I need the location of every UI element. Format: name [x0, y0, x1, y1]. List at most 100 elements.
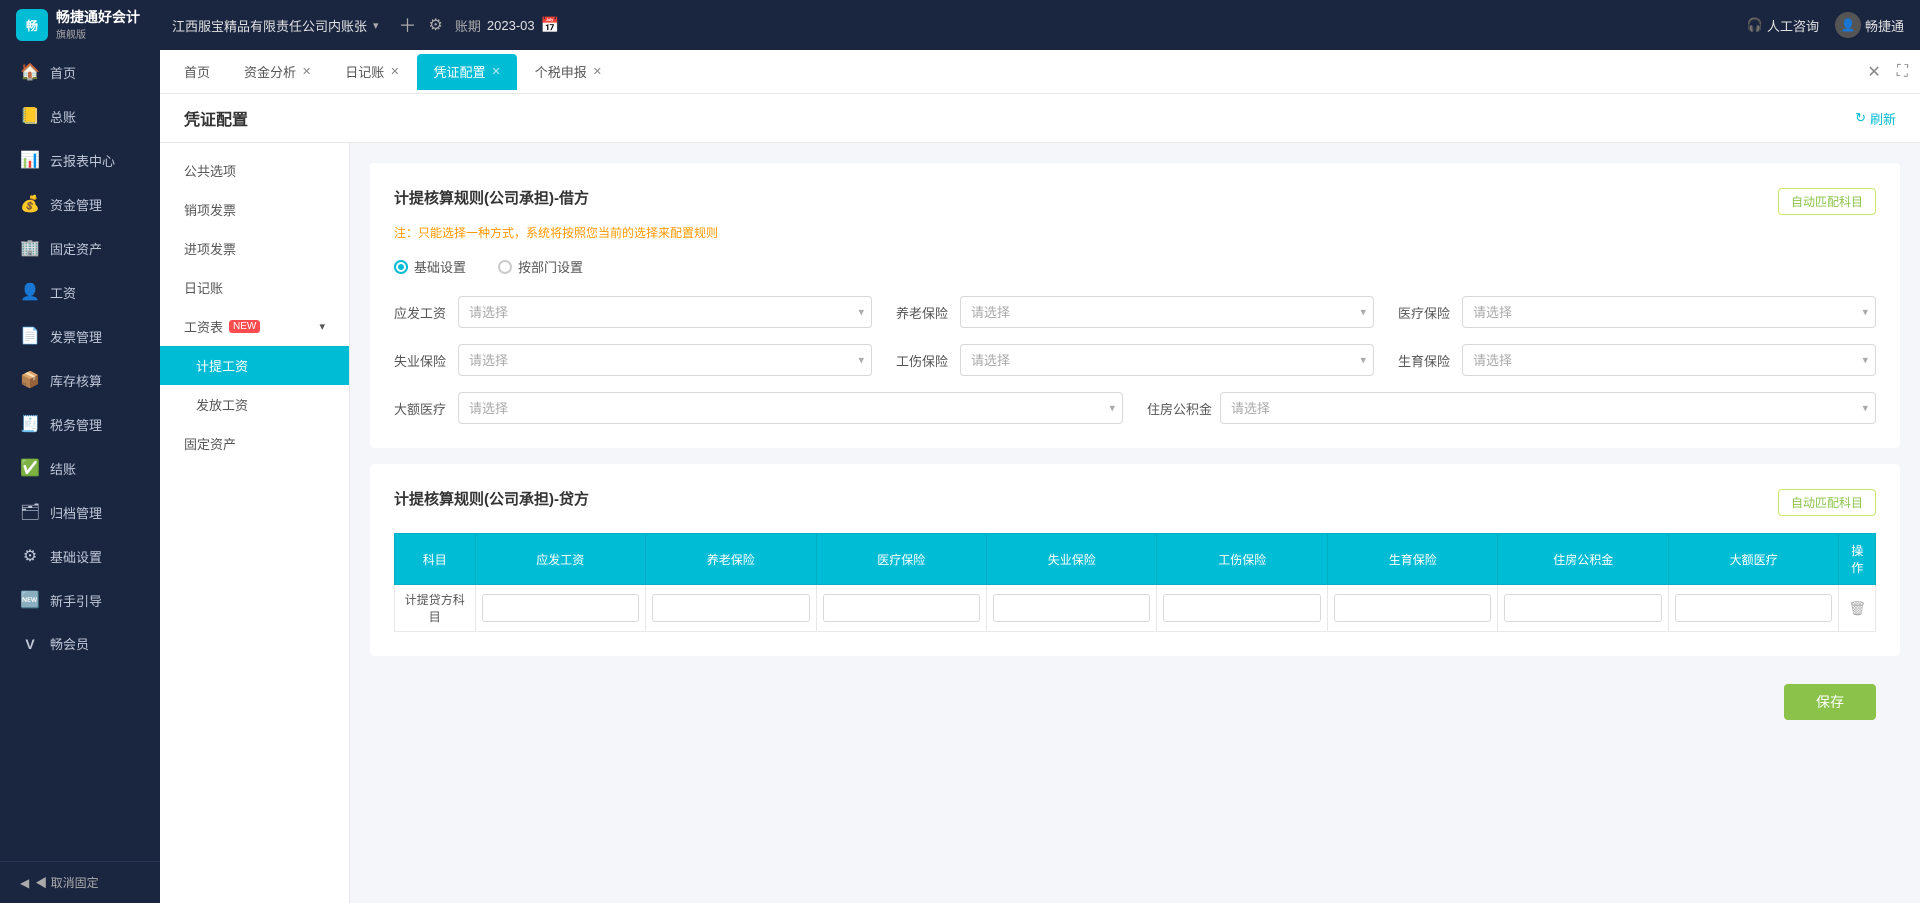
nav-item-common[interactable]: 公共选项 [160, 151, 349, 190]
input-medical[interactable] [823, 594, 980, 622]
input-maternity[interactable] [1334, 594, 1491, 622]
nav-label-payroll-table: 工资表 [184, 317, 223, 336]
input-housing[interactable] [1504, 594, 1661, 622]
sidebar-item-capital[interactable]: 💰 资金管理 [0, 182, 160, 226]
expand-icon[interactable]: ⛶ [1893, 59, 1912, 85]
sidebar-item-checkout[interactable]: ✅ 结账 [0, 446, 160, 490]
td-maternity-input[interactable] [1327, 585, 1497, 632]
sidebar-label-invoice: 发票管理 [50, 327, 102, 346]
sidebar-item-vip[interactable]: V 畅会员 [0, 622, 160, 665]
refresh-button[interactable]: ↻ 刷新 [1855, 109, 1896, 128]
sidebar-item-settings[interactable]: ⚙ 基础设置 [0, 534, 160, 578]
close-window-icon[interactable]: ✕ [1863, 58, 1884, 86]
credit-table-header: 科目 应发工资 养老保险 医疗保险 失业保险 工伤保险 生育保险 住房公积金 大… [395, 534, 1876, 585]
debit-form-row3: 大额医疗 请选择 ▾ 住房公积金 [394, 392, 1876, 424]
input-large-medical[interactable] [1675, 594, 1832, 622]
sidebar-item-archive[interactable]: 🗂 归档管理 [0, 490, 160, 534]
credit-auto-match-button[interactable]: 自动匹配科目 [1778, 489, 1876, 516]
select-salary[interactable]: 请选择 [458, 296, 872, 328]
debit-header-row: 计提核算规则(公司承担)-借方 自动匹配科目 [394, 187, 1876, 216]
select-housing[interactable]: 请选择 [1220, 392, 1876, 424]
sidebar-item-ledger[interactable]: 📒 总账 [0, 94, 160, 138]
delete-row-icon[interactable]: 🗑 [1848, 600, 1866, 616]
calendar-icon[interactable]: 📅 [541, 16, 560, 34]
cancel-pin-button[interactable]: ◀ ◀ 取消固定 [0, 861, 160, 903]
label-maternity: 生育保险 [1398, 351, 1454, 370]
select-injury[interactable]: 请选择 [960, 344, 1374, 376]
nav-item-purchase[interactable]: 进项发票 [160, 229, 349, 268]
radio-group: 基础设置 按部门设置 [394, 257, 1876, 276]
nav-item-fixed-assets[interactable]: 固定资产 [160, 424, 349, 463]
credit-table: 科目 应发工资 养老保险 医疗保险 失业保险 工伤保险 生育保险 住房公积金 大… [394, 533, 1876, 632]
save-button[interactable]: 保存 [1784, 684, 1876, 720]
nav-item-payroll-pay[interactable]: 发放工资 [160, 385, 349, 424]
td-medical-input[interactable] [816, 585, 986, 632]
sidebar-item-inventory[interactable]: 📦 库存核算 [0, 358, 160, 402]
radio-basic-label: 基础设置 [414, 257, 466, 276]
sidebar-item-invoice[interactable]: 📄 发票管理 [0, 314, 160, 358]
chevron-down-icon: ▾ [373, 19, 379, 32]
select-pension[interactable]: 请选择 [960, 296, 1374, 328]
tab-journal-close[interactable]: ✕ [390, 65, 399, 78]
tab-capital-close[interactable]: ✕ [302, 65, 311, 78]
input-injury[interactable] [1163, 594, 1320, 622]
two-panel: 公共选项 销项发票 进项发票 日记账 工资表 NEW ▾ [160, 143, 1920, 903]
sidebar-item-guide[interactable]: 🆕 新手引导 [0, 578, 160, 622]
tab-home-label: 首页 [184, 62, 210, 81]
period-value[interactable]: 2023-03 [487, 18, 535, 33]
debit-auto-match-button[interactable]: 自动匹配科目 [1778, 188, 1876, 215]
tab-voucher[interactable]: 凭证配置 ✕ [417, 54, 516, 90]
tab-home[interactable]: 首页 [168, 54, 226, 90]
credit-table-header-row: 科目 应发工资 养老保险 医疗保险 失业保险 工伤保险 生育保险 住房公积金 大… [395, 534, 1876, 585]
radio-basic[interactable]: 基础设置 [394, 257, 466, 276]
radio-basic-circle [394, 260, 408, 274]
sidebar-item-reports[interactable]: 📊 云报表中心 [0, 138, 160, 182]
td-salary-input[interactable] [475, 585, 645, 632]
nav-label-common: 公共选项 [184, 161, 236, 180]
select-medical[interactable]: 请选择 [1462, 296, 1876, 328]
tab-capital[interactable]: 资金分析 ✕ [228, 54, 327, 90]
nav-item-accrual[interactable]: 计提工资 [160, 346, 349, 385]
cancel-pin-icon: ◀ [20, 876, 29, 890]
gear-icon: ⚙ [20, 546, 40, 566]
nav-item-sales[interactable]: 销项发票 [160, 190, 349, 229]
select-large-medical[interactable]: 请选择 [458, 392, 1123, 424]
td-housing-input[interactable] [1498, 585, 1668, 632]
td-injury-input[interactable] [1157, 585, 1327, 632]
sidebar-item-home[interactable]: 🏠 首页 [0, 50, 160, 94]
td-unemployment-input[interactable] [987, 585, 1157, 632]
sidebar-label-inventory: 库存核算 [50, 371, 102, 390]
select-salary-wrapper: 请选择 ▾ [458, 296, 872, 328]
service-button[interactable]: 🎧 人工咨询 [1747, 16, 1819, 35]
sidebar-item-tax[interactable]: 🧾 税务管理 [0, 402, 160, 446]
input-salary[interactable] [482, 594, 639, 622]
sidebar-item-fixed[interactable]: 🏢 固定资产 [0, 226, 160, 270]
input-pension[interactable] [652, 594, 809, 622]
tab-tax[interactable]: 个税申报 ✕ [519, 54, 618, 90]
select-maternity[interactable]: 请选择 [1462, 344, 1876, 376]
top-bar-right: 🎧 人工咨询 👤 畅捷通 [1747, 12, 1904, 38]
tax-icon: 🧾 [20, 414, 40, 434]
radio-dept[interactable]: 按部门设置 [498, 257, 583, 276]
home-icon: 🏠 [20, 62, 40, 82]
reports-icon: 📊 [20, 150, 40, 170]
tab-tax-close[interactable]: ✕ [593, 65, 602, 78]
user-menu[interactable]: 👤 畅捷通 [1835, 12, 1904, 38]
company-selector[interactable]: 江西服宝精品有限责任公司内账张 ▾ [172, 16, 379, 35]
add-tab-button[interactable]: ＋ [399, 12, 417, 38]
logo-icon: 畅 [16, 9, 48, 41]
credit-header-row: 计提核算规则(公司承担)-贷方 自动匹配科目 [394, 488, 1876, 517]
td-large-medical-input[interactable] [1668, 585, 1838, 632]
settings-icon[interactable]: ⚙ [429, 15, 443, 35]
td-pension-input[interactable] [646, 585, 816, 632]
tab-journal[interactable]: 日记账 ✕ [329, 54, 415, 90]
inventory-icon: 📦 [20, 370, 40, 390]
nav-item-payroll-table[interactable]: 工资表 NEW ▾ [160, 307, 349, 346]
sidebar-label-checkout: 结账 [50, 459, 76, 478]
nav-item-diary[interactable]: 日记账 [160, 268, 349, 307]
sidebar-item-payroll[interactable]: 👤 工资 [0, 270, 160, 314]
input-unemployment[interactable] [993, 594, 1150, 622]
select-unemployment[interactable]: 请选择 [458, 344, 872, 376]
nav-label-purchase: 进项发票 [184, 239, 236, 258]
tab-voucher-close[interactable]: ✕ [492, 65, 501, 78]
